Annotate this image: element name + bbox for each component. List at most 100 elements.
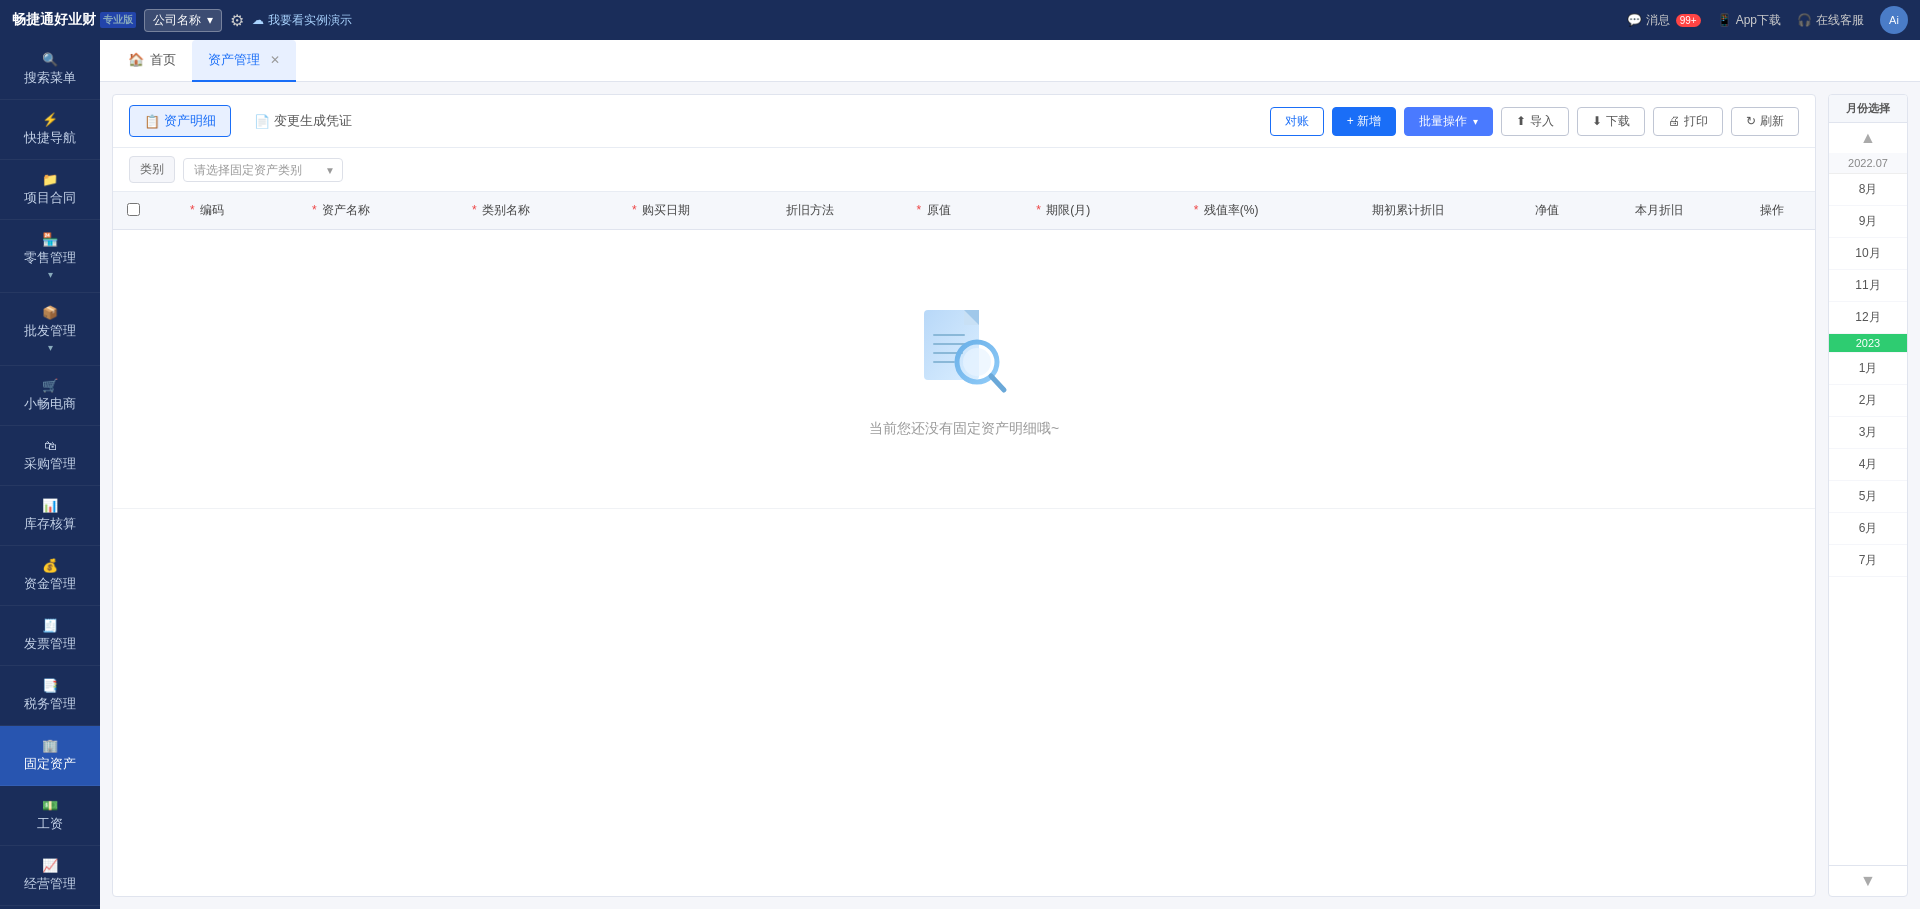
operation-icon: 📈 (42, 858, 58, 873)
sub-tab-asset-detail-label: 资产明细 (164, 112, 216, 130)
month-item-2023-6[interactable]: 6月 (1829, 513, 1907, 545)
th-asset-name: * 资产名称 (261, 192, 421, 230)
sub-tabs: 📋 资产明细 📄 变更生成凭证 对账 + 新增 批量操作 ▾ (113, 95, 1815, 148)
close-tab-icon[interactable]: ✕ (270, 53, 280, 67)
th-net-value: 净值 (1504, 192, 1590, 230)
month-item-2023-4[interactable]: 4月 (1829, 449, 1907, 481)
sidebar-item-invoice[interactable]: 🧾 发票管理 (0, 606, 100, 666)
sidebar-item-batch-management[interactable]: 📦 批发管理 ▾ (0, 293, 100, 366)
cloud-icon: ☁ (252, 13, 264, 27)
print-button[interactable]: 🖨 打印 (1653, 107, 1723, 136)
th-residual-rate-label: 残值率(%) (1204, 203, 1259, 217)
company-selector[interactable]: 公司名称 ▾ (144, 9, 222, 32)
asset-table: * 编码 * 资产名称 * 类别名称 (113, 192, 1815, 509)
tab-asset-management[interactable]: 资产管理 ✕ (192, 40, 296, 82)
refresh-icon: ↻ (1746, 114, 1756, 128)
app-name: 畅捷通好业财 (12, 11, 96, 29)
table-body: 当前您还没有固定资产明细哦~ (113, 230, 1815, 509)
home-icon: 🏠 (128, 52, 144, 67)
category-filter-select[interactable]: 请选择固定资产类别 (183, 158, 343, 182)
month-item-11[interactable]: 11月 (1829, 270, 1907, 302)
sidebar-item-ecommerce[interactable]: 🛒 小畅电商 (0, 366, 100, 426)
chevron-down-icon: ▾ (207, 13, 213, 27)
import-button[interactable]: ⬆ 导入 (1501, 107, 1569, 136)
month-down-button[interactable]: ▼ (1854, 870, 1882, 892)
message-label: 消息 (1646, 12, 1670, 29)
add-button[interactable]: + 新增 (1332, 107, 1396, 136)
avatar[interactable]: Ai (1880, 6, 1908, 34)
sidebar-item-purchase[interactable]: 🛍 采购管理 (0, 426, 100, 486)
sidebar-item-project-contract[interactable]: 📁 项目合同 (0, 160, 100, 220)
month-item-2023-5[interactable]: 5月 (1829, 481, 1907, 513)
month-item-9[interactable]: 9月 (1829, 206, 1907, 238)
sidebar-label-fund: 资金管理 (24, 575, 76, 593)
inventory-icon: 📊 (42, 498, 58, 513)
sidebar-label-tax: 税务管理 (24, 695, 76, 713)
headset-icon: 🎧 (1797, 13, 1812, 27)
sidebar-item-salary[interactable]: 💵 工资 (0, 786, 100, 846)
app-download-label: App下载 (1736, 12, 1781, 29)
month-item-2023-2[interactable]: 2月 (1829, 385, 1907, 417)
month-item-12[interactable]: 12月 (1829, 302, 1907, 334)
sub-tab-asset-detail[interactable]: 📋 资产明细 (129, 105, 231, 137)
sidebar-item-inventory[interactable]: 📊 库存核算 (0, 486, 100, 546)
sidebar-item-quick-nav[interactable]: ⚡ 快捷导航 (0, 100, 100, 160)
table-wrap: * 编码 * 资产名称 * 类别名称 (113, 192, 1815, 896)
sidebar-label-salary: 工资 (37, 815, 63, 833)
app-edition: 专业版 (100, 12, 136, 28)
sidebar-item-fund[interactable]: 💰 资金管理 (0, 546, 100, 606)
download-button[interactable]: ⬇ 下载 (1577, 107, 1645, 136)
change-voucher-icon: 📄 (254, 114, 270, 129)
sidebar-item-fixed-assets[interactable]: 🏢 固定资产 (0, 726, 100, 786)
month-list: 2022.07 8月 9月 10月 11月 12月 2023 1月 2月 3月 … (1829, 153, 1907, 865)
message-action[interactable]: 💬 消息 99+ (1627, 12, 1701, 29)
sidebar-label-fixed-assets: 固定资产 (24, 755, 76, 773)
reconcile-button[interactable]: 对账 (1270, 107, 1324, 136)
th-original-value: * 原值 (879, 192, 987, 230)
invoice-icon: 🧾 (42, 618, 58, 633)
batch-button-label: 批量操作 (1419, 113, 1467, 130)
year-2022-header: 2022.07 (1829, 153, 1907, 174)
sub-tab-change-voucher[interactable]: 📄 变更生成凭证 (239, 105, 367, 137)
th-code: * 编码 (153, 192, 261, 230)
app-download-action[interactable]: 📱 App下载 (1717, 12, 1781, 29)
empty-state: 当前您还没有固定资产明细哦~ (121, 240, 1807, 498)
sidebar-item-retail-management[interactable]: 🏪 零售管理 ▾ (0, 220, 100, 293)
month-item-8[interactable]: 8月 (1829, 174, 1907, 206)
month-nav-top: ▲ (1829, 123, 1907, 153)
print-label: 打印 (1684, 113, 1708, 130)
required-mark: * (917, 203, 922, 217)
batch-button[interactable]: 批量操作 ▾ (1404, 107, 1493, 136)
sidebar-label-project-contract: 项目合同 (24, 189, 76, 207)
empty-message: 当前您还没有固定资产明细哦~ (869, 420, 1059, 438)
refresh-button[interactable]: ↻ 刷新 (1731, 107, 1799, 136)
settings-icon[interactable]: ⚙ (230, 11, 244, 30)
month-item-2023-1[interactable]: 1月 (1829, 353, 1907, 385)
sidebar-label-search-menu: 搜索菜单 (24, 69, 76, 87)
th-purchase-date-label: 购买日期 (642, 203, 690, 217)
th-monthly-depreciation: 本月折旧 (1590, 192, 1728, 230)
tab-home[interactable]: 🏠 首页 (112, 40, 192, 82)
select-all-checkbox[interactable] (127, 203, 140, 216)
assets-icon: 🏢 (42, 738, 58, 753)
demo-link[interactable]: ☁ 我要看实例演示 (252, 12, 352, 29)
tab-asset-label: 资产管理 (208, 51, 260, 69)
category-filter-label: 类别 (129, 156, 175, 183)
month-up-button[interactable]: ▲ (1854, 127, 1882, 149)
import-label: 导入 (1530, 113, 1554, 130)
th-net-value-label: 净值 (1535, 203, 1559, 217)
required-mark: * (190, 203, 195, 217)
fund-icon: 💰 (42, 558, 58, 573)
sidebar-label-inventory: 库存核算 (24, 515, 76, 533)
online-service-action[interactable]: 🎧 在线客服 (1797, 12, 1864, 29)
month-item-10[interactable]: 10月 (1829, 238, 1907, 270)
asset-detail-icon: 📋 (144, 114, 160, 129)
sidebar-item-operation[interactable]: 📈 经营管理 (0, 846, 100, 906)
month-item-2023-7[interactable]: 7月 (1829, 545, 1907, 577)
sidebar-label-ecommerce: 小畅电商 (24, 395, 76, 413)
sidebar-item-search-menu[interactable]: 🔍 搜索菜单 (0, 40, 100, 100)
retail-icon: 🏪 (42, 232, 58, 247)
sidebar-item-tax[interactable]: 📑 税务管理 (0, 666, 100, 726)
month-item-2023-3[interactable]: 3月 (1829, 417, 1907, 449)
content-area: 🏠 首页 资产管理 ✕ 📋 资产明细 📄 变更 (100, 40, 1920, 909)
